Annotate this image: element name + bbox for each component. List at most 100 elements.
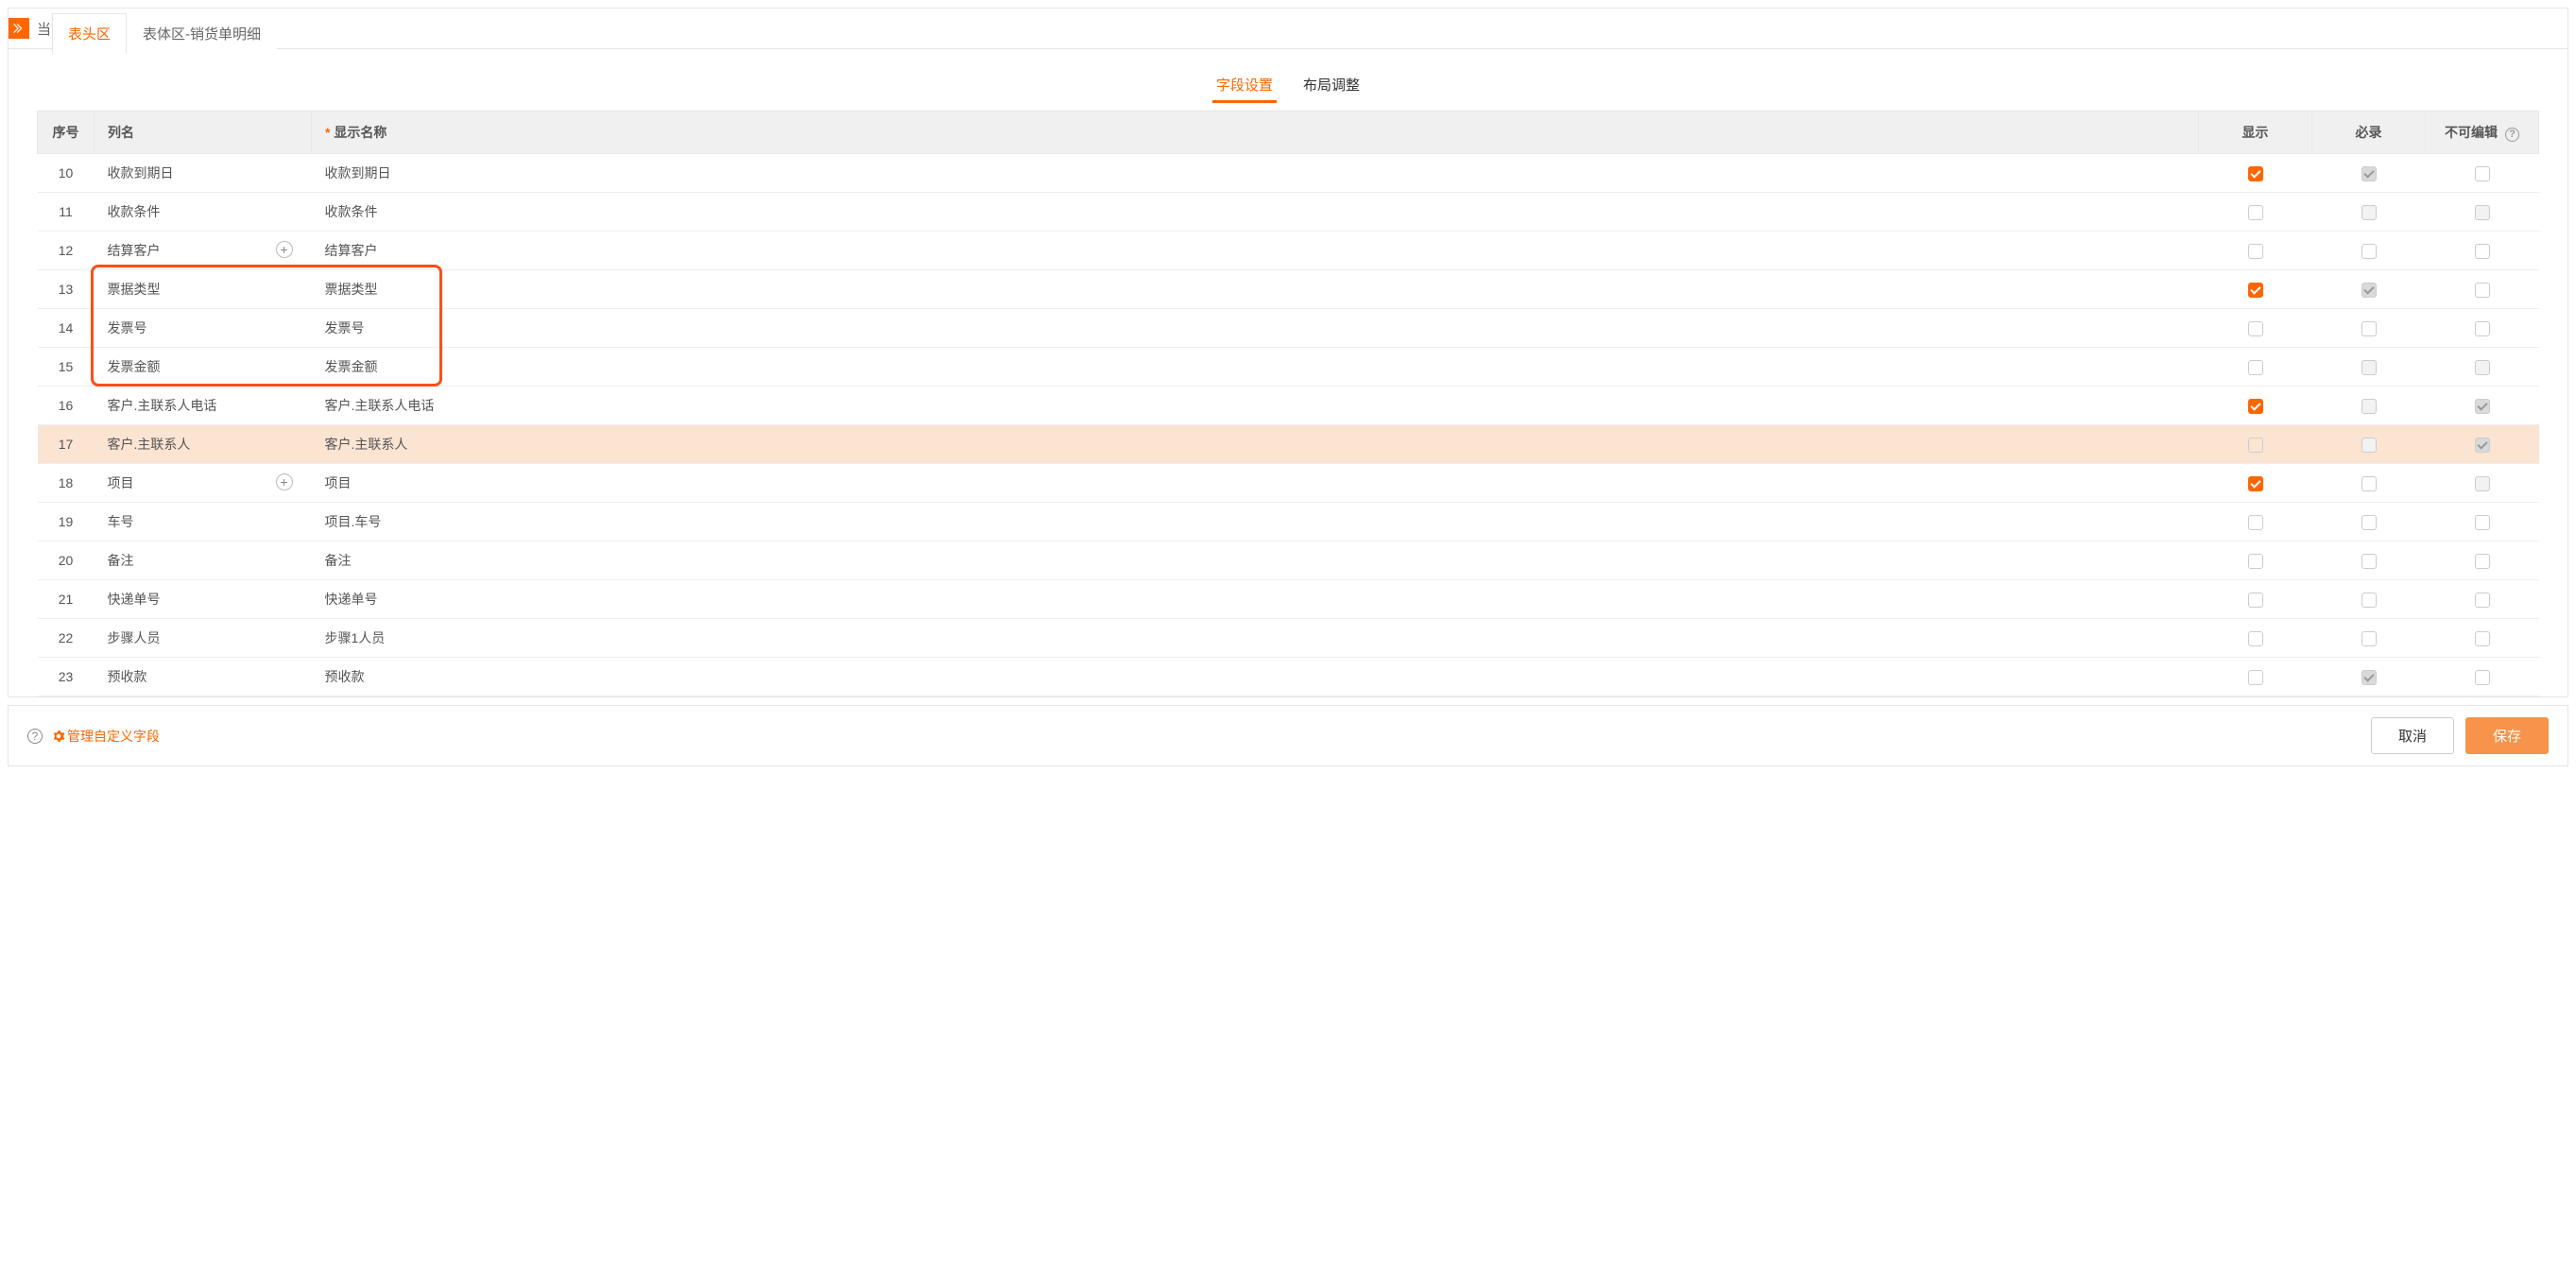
table-row[interactable]: 20备注备注: [38, 541, 2539, 580]
row-display-name[interactable]: 步骤1人员: [312, 619, 2199, 658]
checkbox-show[interactable]: [2248, 360, 2263, 375]
table-row[interactable]: 12结算客户+结算客户: [38, 232, 2539, 270]
row-display-name[interactable]: 备注: [312, 541, 2199, 580]
checkbox-non-editable: [2475, 399, 2490, 414]
checkbox-required[interactable]: [2361, 321, 2377, 336]
checkbox-required: [2361, 399, 2377, 414]
table-row[interactable]: 18项目+项目: [38, 464, 2539, 503]
cell-show: [2199, 348, 2312, 387]
checkbox-show[interactable]: [2248, 438, 2263, 453]
table-row[interactable]: 13票据类型票据类型: [38, 270, 2539, 309]
cell-non-editable: [2426, 309, 2539, 348]
cell-non-editable: [2426, 619, 2539, 658]
row-index: 20: [38, 541, 94, 580]
checkbox-show[interactable]: [2248, 515, 2263, 530]
expand-panel-button[interactable]: [9, 18, 29, 39]
sub-tab-0[interactable]: 字段设置: [1212, 69, 1277, 103]
checkbox-show[interactable]: [2248, 670, 2263, 685]
row-display-name[interactable]: 结算客户: [312, 232, 2199, 270]
cell-non-editable: [2426, 658, 2539, 696]
checkbox-required[interactable]: [2361, 631, 2377, 646]
row-index: 16: [38, 387, 94, 425]
row-colname: 预收款: [94, 658, 312, 696]
checkbox-non-editable[interactable]: [2475, 593, 2490, 608]
checkbox-show[interactable]: [2248, 476, 2263, 491]
save-button[interactable]: 保存: [2465, 717, 2549, 754]
sub-tab-1[interactable]: 布局调整: [1299, 69, 1364, 103]
checkbox-required: [2361, 283, 2377, 298]
row-index: 18: [38, 464, 94, 503]
row-display-name[interactable]: 收款到期日: [312, 154, 2199, 193]
row-display-name[interactable]: 预收款: [312, 658, 2199, 696]
cell-required: [2312, 154, 2426, 193]
help-icon[interactable]: ?: [2505, 128, 2519, 142]
checkbox-non-editable[interactable]: [2475, 321, 2490, 336]
row-colname: 快递单号: [94, 580, 312, 619]
row-display-name[interactable]: 发票金额: [312, 348, 2199, 387]
table-row[interactable]: 22步骤人员步骤1人员: [38, 619, 2539, 658]
th-index: 序号: [38, 112, 94, 154]
row-index: 12: [38, 232, 94, 270]
cell-non-editable: [2426, 232, 2539, 270]
checkbox-required: [2361, 670, 2377, 685]
row-display-name[interactable]: 发票号: [312, 309, 2199, 348]
checkbox-show[interactable]: [2248, 283, 2263, 298]
row-display-name[interactable]: 项目.车号: [312, 503, 2199, 541]
checkbox-non-editable[interactable]: [2475, 283, 2490, 298]
checkbox-show[interactable]: [2248, 554, 2263, 569]
checkbox-non-editable[interactable]: [2475, 631, 2490, 646]
checkbox-show[interactable]: [2248, 399, 2263, 414]
row-display-name[interactable]: 收款条件: [312, 193, 2199, 232]
table-row[interactable]: 15发票金额发票金额: [38, 348, 2539, 387]
table-row[interactable]: 23预收款预收款: [38, 658, 2539, 696]
row-colname: 发票号: [94, 309, 312, 348]
row-index: 13: [38, 270, 94, 309]
row-display-name[interactable]: 客户.主联系人: [312, 425, 2199, 464]
checkbox-non-editable[interactable]: [2475, 554, 2490, 569]
checkbox-required[interactable]: [2361, 244, 2377, 259]
checkbox-required[interactable]: [2361, 515, 2377, 530]
checkbox-required[interactable]: [2361, 554, 2377, 569]
cell-show: [2199, 464, 2312, 503]
table-row[interactable]: 10收款到期日收款到期日: [38, 154, 2539, 193]
row-index: 11: [38, 193, 94, 232]
row-colname: 备注: [94, 541, 312, 580]
checkbox-required[interactable]: [2361, 476, 2377, 491]
chevron-right-icon: [12, 22, 26, 35]
checkbox-show[interactable]: [2248, 244, 2263, 259]
row-display-name[interactable]: 票据类型: [312, 270, 2199, 309]
checkbox-required[interactable]: [2361, 593, 2377, 608]
checkbox-show[interactable]: [2248, 593, 2263, 608]
table-row[interactable]: 21快递单号快递单号: [38, 580, 2539, 619]
table-row[interactable]: 11收款条件收款条件: [38, 193, 2539, 232]
table-row[interactable]: 14发票号发票号: [38, 309, 2539, 348]
add-icon[interactable]: +: [276, 241, 293, 258]
cell-non-editable: [2426, 541, 2539, 580]
cancel-button[interactable]: 取消: [2371, 717, 2454, 754]
row-display-name[interactable]: 客户.主联系人电话: [312, 387, 2199, 425]
row-display-name[interactable]: 项目: [312, 464, 2199, 503]
checkbox-show[interactable]: [2248, 205, 2263, 220]
checkbox-show[interactable]: [2248, 321, 2263, 336]
checkbox-show[interactable]: [2248, 166, 2263, 181]
row-colname: 步骤人员: [94, 619, 312, 658]
checkbox-non-editable[interactable]: [2475, 244, 2490, 259]
add-icon[interactable]: +: [276, 473, 293, 490]
info-icon[interactable]: ?: [27, 729, 43, 744]
checkbox-non-editable[interactable]: [2475, 166, 2490, 181]
table-row[interactable]: 17客户.主联系人客户.主联系人: [38, 425, 2539, 464]
main-tab-0[interactable]: 表头区: [52, 13, 127, 54]
row-colname: 车号: [94, 503, 312, 541]
row-display-name[interactable]: 快递单号: [312, 580, 2199, 619]
table-row[interactable]: 19车号项目.车号: [38, 503, 2539, 541]
manage-custom-fields-link[interactable]: 管理自定义字段: [52, 727, 160, 746]
main-tab-1[interactable]: 表体区-销货单明细: [127, 13, 277, 54]
cell-required: [2312, 464, 2426, 503]
cell-required: [2312, 193, 2426, 232]
checkbox-non-editable[interactable]: [2475, 515, 2490, 530]
table-row[interactable]: 16客户.主联系人电话客户.主联系人电话: [38, 387, 2539, 425]
checkbox-non-editable[interactable]: [2475, 670, 2490, 685]
cell-required: [2312, 580, 2426, 619]
row-index: 19: [38, 503, 94, 541]
checkbox-show[interactable]: [2248, 631, 2263, 646]
